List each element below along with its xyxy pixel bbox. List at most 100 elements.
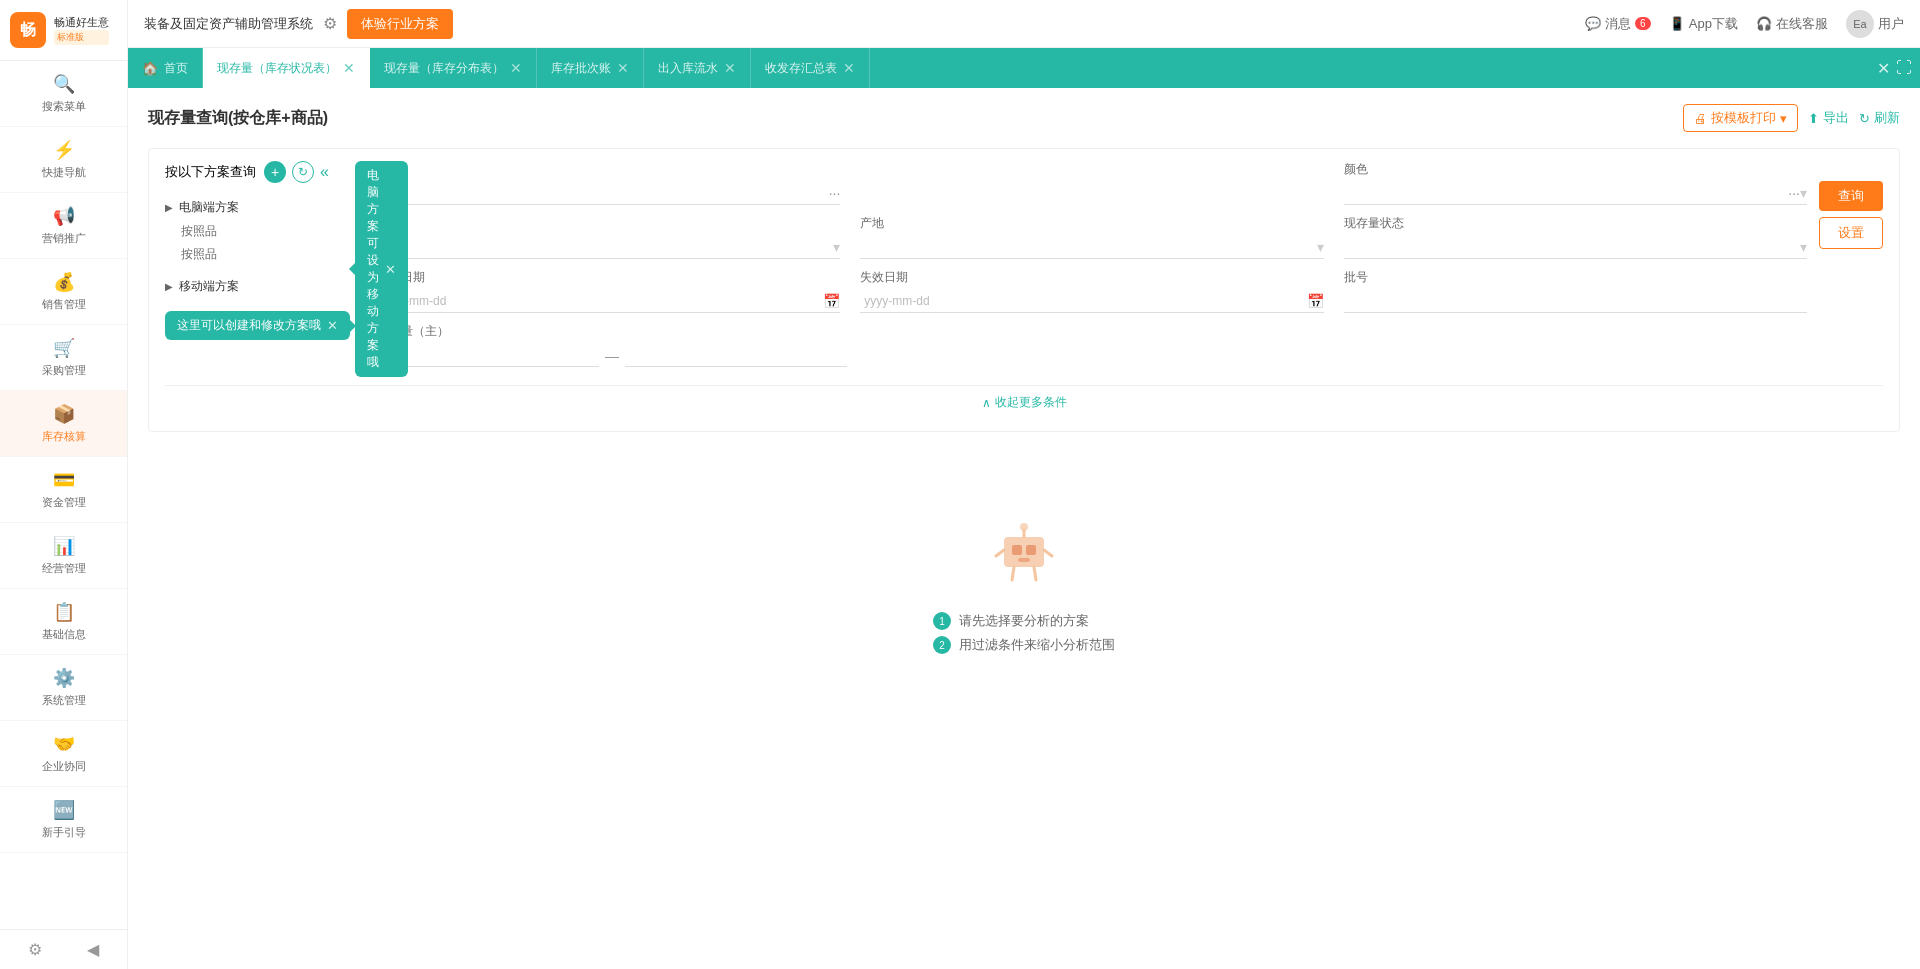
sidebar-item-inventory[interactable]: 📦 库存核算 <box>0 391 127 457</box>
tab-recv-send[interactable]: 收发存汇总表 ✕ <box>751 48 870 88</box>
sidebar-logo: 畅 畅通好生意 标准版 <box>0 0 127 61</box>
production-date-input[interactable] <box>377 290 823 312</box>
settings-icon[interactable]: ⚙ <box>28 940 42 959</box>
tab-in-out-flow[interactable]: 出入库流水 ✕ <box>644 48 751 88</box>
refresh-scheme-btn[interactable]: ↻ <box>292 161 314 183</box>
size-expand-icon[interactable]: ▾ <box>833 239 840 255</box>
sidebar-item-sales[interactable]: 💰 销售管理 <box>0 259 127 325</box>
sidebar-item-finance[interactable]: 💳 资金管理 <box>0 457 127 523</box>
tab-inventory-status[interactable]: 现存量（库存状况表） ✕ <box>203 48 370 88</box>
stock-amount-max-input[interactable] <box>625 344 847 366</box>
collapse-sidebar-icon[interactable]: ◀ <box>87 940 99 959</box>
logo-badge: 标准版 <box>54 30 109 45</box>
sidebar-item-purchase[interactable]: 🛒 采购管理 <box>0 325 127 391</box>
scheme-mobile-header[interactable]: ▶ 移动端方案 <box>165 274 365 299</box>
enterprise-icon: 🤝 <box>53 733 75 755</box>
fullscreen-icon[interactable]: ⛶ <box>1896 59 1912 77</box>
tabbar: 🏠 首页 现存量（库存状况表） ✕ 现存量（库存分布表） ✕ 库存批次账 ✕ 出… <box>128 48 1920 88</box>
sidebar-item-enterprise[interactable]: 🤝 企业协同 <box>0 721 127 787</box>
sidebar-item-search[interactable]: 🔍 搜索菜单 <box>0 61 127 127</box>
sidebar-item-label: 采购管理 <box>42 363 86 378</box>
sidebar-item-label: 快捷导航 <box>42 165 86 180</box>
color-input[interactable] <box>1344 182 1789 204</box>
collapse-btn[interactable]: ∧ 收起更多条件 <box>165 394 1883 411</box>
tab-inventory-batch-close[interactable]: ✕ <box>617 60 629 76</box>
marketing-icon: 📢 <box>53 205 75 227</box>
edit-scheme-tooltip-close[interactable]: ✕ <box>327 318 338 333</box>
sidebar-item-basicinfo[interactable]: 📋 基础信息 <box>0 589 127 655</box>
tab-inventory-status-close[interactable]: ✕ <box>343 60 355 76</box>
app-download-item[interactable]: 📱 App下载 <box>1669 15 1738 33</box>
empty-steps: 1 请先选择要分析的方案 2 用过滤条件来缩小分析范围 <box>933 612 1115 660</box>
scheme-group-desktop: ▶ 电脑端方案 按照品 按照品 <box>165 195 365 266</box>
tab-in-out-flow-close[interactable]: ✕ <box>724 60 736 76</box>
filter-header-btns: + ↻ « <box>264 161 329 183</box>
batch-no-input[interactable] <box>1344 290 1807 312</box>
field-batch-no: 批号 <box>1344 269 1807 313</box>
scheme-tooltip-close[interactable]: ✕ <box>385 262 396 277</box>
main-area: 装备及固定资产辅助管理系统 ⚙ 体验行业方案 💬 消息 6 📱 App下载 🎧 … <box>128 0 1920 969</box>
tab-inventory-batch[interactable]: 库存批次账 ✕ <box>537 48 644 88</box>
tab-recv-send-close[interactable]: ✕ <box>843 60 855 76</box>
scheme-desktop-item1[interactable]: 按照品 <box>165 220 365 243</box>
export-label: 导出 <box>1823 109 1849 127</box>
inventory-status-input[interactable] <box>1344 236 1800 258</box>
topbar-right: 💬 消息 6 📱 App下载 🎧 在线客服 Ea 用户 <box>1585 10 1904 38</box>
scheme-desktop-item2[interactable]: 按照品 <box>165 243 365 266</box>
sidebar-bottom: ⚙ ◀ <box>0 929 127 969</box>
expiry-date-calendar-icon[interactable]: 📅 <box>1307 293 1324 309</box>
size-input[interactable] <box>377 236 833 258</box>
scheme-mobile-label: 移动端方案 <box>179 278 239 295</box>
sidebar-item-marketing[interactable]: 📢 营销推广 <box>0 193 127 259</box>
tab-inventory-dist-close[interactable]: ✕ <box>510 60 522 76</box>
search-btn[interactable]: 查询 <box>1819 181 1883 211</box>
inventory-status-label: 现存量状态 <box>1344 215 1807 232</box>
filter-fields-area: 商品 ··· 颜色 <box>377 161 1807 377</box>
online-support-item[interactable]: 🎧 在线客服 <box>1756 15 1828 33</box>
inventory-status-expand-icon[interactable]: ▾ <box>1800 239 1807 255</box>
tab-home[interactable]: 🏠 首页 <box>128 48 203 88</box>
empty-step-1: 1 请先选择要分析的方案 <box>933 612 1115 630</box>
origin-expand-icon[interactable]: ▾ <box>1317 239 1324 255</box>
scheme-tooltip-text: 电脑方案可设为移动方案哦 <box>367 167 379 371</box>
sidebar-item-quicknav[interactable]: ⚡ 快捷导航 <box>0 127 127 193</box>
refresh-btn[interactable]: ↻ 刷新 <box>1859 109 1900 127</box>
color-expand-icon[interactable]: ▾ <box>1800 185 1807 201</box>
export-btn[interactable]: ⬆ 导出 <box>1808 109 1849 127</box>
filter-header: 按以下方案查询 + ↻ « <box>165 161 365 183</box>
svg-line-7 <box>1044 550 1052 556</box>
sidebar-item-operations[interactable]: 📊 经营管理 <box>0 523 127 589</box>
add-scheme-btn[interactable]: + <box>264 161 286 183</box>
scheme-desktop-header[interactable]: ▶ 电脑端方案 <box>165 195 365 220</box>
reset-btn[interactable]: 设置 <box>1819 217 1883 249</box>
filter-row-3: 生产日期 📅 失效日期 📅 <box>377 269 1807 313</box>
svg-line-8 <box>1012 567 1014 580</box>
user-item[interactable]: Ea 用户 <box>1846 10 1904 38</box>
expiry-date-input[interactable] <box>860 290 1306 312</box>
notifications-item[interactable]: 💬 消息 6 <box>1585 15 1651 33</box>
back-btn[interactable]: « <box>320 163 329 181</box>
system-icon: ⚙️ <box>53 667 75 689</box>
experience-btn[interactable]: 体验行业方案 <box>347 9 453 39</box>
scheme-desktop-label: 电脑端方案 <box>179 199 239 216</box>
goods-input[interactable] <box>377 182 829 204</box>
topbar: 装备及固定资产辅助管理系统 ⚙ 体验行业方案 💬 消息 6 📱 App下载 🎧 … <box>128 0 1920 48</box>
production-date-calendar-icon[interactable]: 📅 <box>823 293 840 309</box>
svg-point-5 <box>1020 523 1028 531</box>
svg-rect-2 <box>1026 545 1036 555</box>
goods-more-icon[interactable]: ··· <box>829 185 841 201</box>
sidebar-menu: 🔍 搜索菜单 ⚡ 快捷导航 📢 营销推广 💰 销售管理 🛒 采购管理 📦 库存核… <box>0 61 127 929</box>
sidebar-item-guide[interactable]: 🆕 新手引导 <box>0 787 127 853</box>
page-header: 现存量查询(按仓库+商品) 🖨 按模板打印 ▾ ⬆ 导出 ↻ 刷新 <box>148 104 1900 132</box>
close-all-tabs-icon[interactable]: ✕ <box>1877 59 1890 78</box>
tab-inventory-dist[interactable]: 现存量（库存分布表） ✕ <box>370 48 537 88</box>
origin-input[interactable] <box>860 236 1316 258</box>
color-dropdown-icon[interactable]: ··· <box>1788 185 1800 201</box>
filter-section: 按以下方案查询 + ↻ « 电脑方案可设为移动方案哦 ✕ <box>148 148 1900 432</box>
stock-amount-min-input[interactable] <box>377 344 599 366</box>
template-print-btn[interactable]: 🖨 按模板打印 ▾ <box>1683 104 1798 132</box>
topbar-settings-icon[interactable]: ⚙ <box>323 14 337 33</box>
basicinfo-icon: 📋 <box>53 601 75 623</box>
scheme-group-mobile: ▶ 移动端方案 <box>165 274 365 299</box>
sidebar-item-system[interactable]: ⚙️ 系统管理 <box>0 655 127 721</box>
